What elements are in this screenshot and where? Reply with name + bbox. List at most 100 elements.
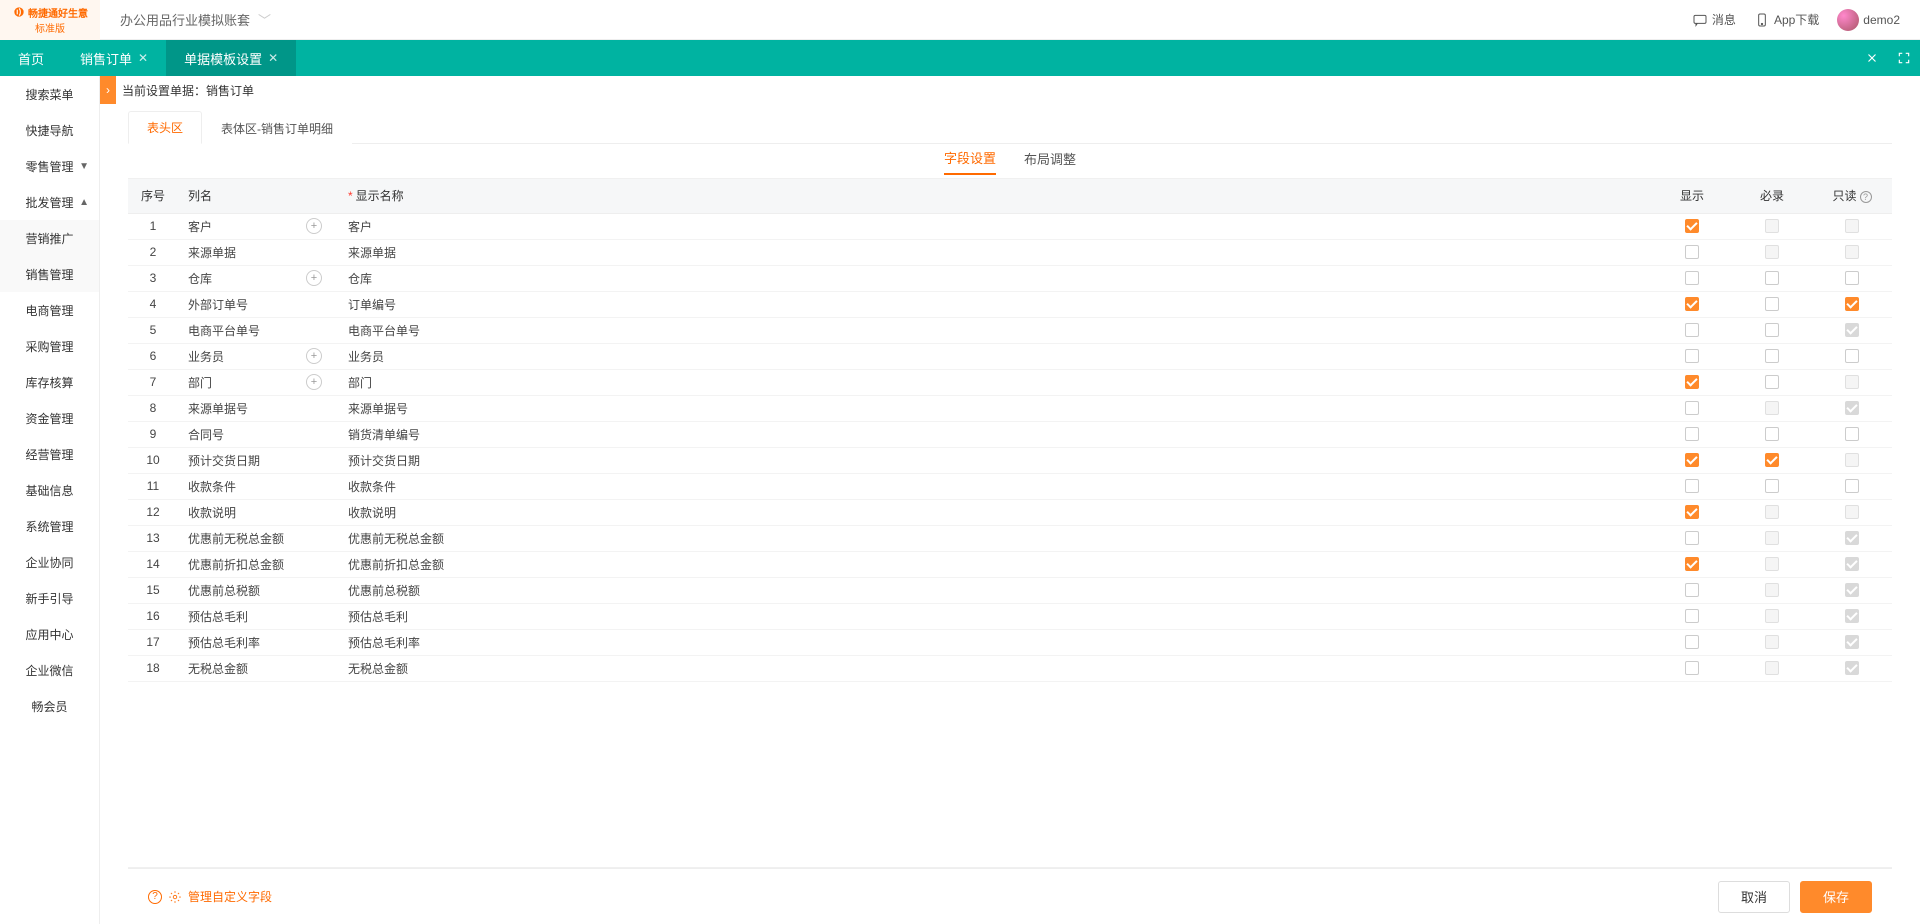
sidebar-item-企业微信[interactable]: 企业微信	[0, 652, 99, 688]
sidebar-item-采购管理[interactable]: 采购管理	[0, 328, 99, 364]
sidebar-item-企业协同[interactable]: 企业协同	[0, 544, 99, 580]
sidebar-item-快捷导航[interactable]: 快捷导航	[0, 112, 99, 148]
checkbox[interactable]	[1845, 349, 1859, 363]
sidebar-item-资金管理[interactable]: 资金管理	[0, 400, 99, 436]
cell-display-name[interactable]: 优惠前无税总金额	[338, 525, 1652, 551]
cell-display-name[interactable]: 预计交货日期	[338, 447, 1652, 473]
checkbox[interactable]	[1765, 271, 1779, 285]
checkbox[interactable]	[1765, 375, 1779, 389]
expand-icon[interactable]: +	[306, 348, 322, 364]
checkbox[interactable]	[1765, 297, 1779, 311]
sidebar-item-零售管理[interactable]: 零售管理▼	[0, 148, 99, 184]
checkbox[interactable]	[1685, 401, 1699, 415]
checkbox[interactable]	[1685, 297, 1699, 311]
section-tabs: 表头区表体区-销售订单明细	[128, 110, 1892, 144]
sidebar-item-新手引导[interactable]: 新手引导	[0, 580, 99, 616]
close-all-tabs-button[interactable]	[1856, 40, 1888, 76]
close-icon[interactable]: ✕	[138, 51, 148, 65]
checkbox[interactable]	[1765, 427, 1779, 441]
sidebar-item-库存核算[interactable]: 库存核算	[0, 364, 99, 400]
tab-首页[interactable]: 首页	[0, 40, 62, 76]
cell-display-name[interactable]: 收款条件	[338, 473, 1652, 499]
messages-button[interactable]: 消息	[1692, 11, 1736, 28]
cell-display-name[interactable]: 电商平台单号	[338, 317, 1652, 343]
sidebar-item-电商管理[interactable]: 电商管理	[0, 292, 99, 328]
checkbox[interactable]	[1685, 661, 1699, 675]
checkbox[interactable]	[1685, 505, 1699, 519]
checkbox[interactable]	[1845, 427, 1859, 441]
cell-display-name[interactable]: 收款说明	[338, 499, 1652, 525]
th-show: 显示	[1652, 179, 1732, 213]
cell-display-name[interactable]: 仓库	[338, 265, 1652, 291]
field-table-scroll[interactable]: 序号 列名 *显示名称 显示 必录 只读? 1客户+客户2来源单据来源单据3仓库…	[128, 178, 1892, 868]
sidebar-item-经营管理[interactable]: 经营管理	[0, 436, 99, 472]
checkbox[interactable]	[1845, 479, 1859, 493]
cell-display-name[interactable]: 业务员	[338, 343, 1652, 369]
cell-show	[1652, 291, 1732, 317]
expand-icon[interactable]: +	[306, 218, 322, 234]
checkbox[interactable]	[1685, 349, 1699, 363]
expand-icon[interactable]: +	[306, 270, 322, 286]
cell-show	[1652, 603, 1732, 629]
cell-index: 8	[128, 395, 178, 421]
sidebar-item-基础信息[interactable]: 基础信息	[0, 472, 99, 508]
checkbox[interactable]	[1685, 557, 1699, 571]
expand-icon[interactable]: +	[306, 374, 322, 390]
ledger-selector[interactable]: 办公用品行业模拟账套 ﹀	[120, 10, 271, 29]
help-icon[interactable]: ?	[1860, 191, 1872, 203]
manage-custom-fields-link[interactable]: ? 管理自定义字段	[148, 888, 272, 905]
checkbox[interactable]	[1765, 453, 1779, 467]
save-button[interactable]: 保存	[1800, 881, 1872, 913]
checkbox[interactable]	[1845, 297, 1859, 311]
checkbox[interactable]	[1765, 323, 1779, 337]
page-tabstrip: 首页销售订单✕单据模板设置✕	[0, 40, 1920, 76]
sidebar-item-系统管理[interactable]: 系统管理	[0, 508, 99, 544]
tab-销售订单[interactable]: 销售订单✕	[62, 40, 166, 76]
checkbox[interactable]	[1685, 245, 1699, 259]
cell-display-name[interactable]: 预估总毛利	[338, 603, 1652, 629]
checkbox[interactable]	[1685, 479, 1699, 493]
app-download-button[interactable]: App下载	[1754, 11, 1819, 28]
section-tab-表头区[interactable]: 表头区	[128, 111, 202, 144]
sidebar-item-批发管理[interactable]: 批发管理▲	[0, 184, 99, 220]
checkbox[interactable]	[1845, 271, 1859, 285]
checkbox[interactable]	[1685, 453, 1699, 467]
cell-display-name[interactable]: 优惠前总税额	[338, 577, 1652, 603]
checkbox[interactable]	[1685, 609, 1699, 623]
subnav-字段设置[interactable]: 字段设置	[944, 148, 996, 175]
fullscreen-button[interactable]	[1888, 40, 1920, 76]
sidebar-subitem-营销推广[interactable]: 营销推广	[0, 220, 99, 256]
checkbox[interactable]	[1685, 219, 1699, 233]
checkbox[interactable]	[1685, 427, 1699, 441]
tab-单据模板设置[interactable]: 单据模板设置✕	[166, 40, 296, 76]
cell-display-name[interactable]: 预估总毛利率	[338, 629, 1652, 655]
cell-display-name[interactable]: 订单编号	[338, 291, 1652, 317]
checkbox[interactable]	[1685, 375, 1699, 389]
cell-display-name[interactable]: 优惠前折扣总金额	[338, 551, 1652, 577]
checkbox[interactable]	[1685, 583, 1699, 597]
user-menu[interactable]: demo2	[1837, 9, 1900, 31]
cell-display-name[interactable]: 部门	[338, 369, 1652, 395]
close-icon[interactable]: ✕	[268, 51, 278, 65]
cell-display-name[interactable]: 来源单据	[338, 239, 1652, 265]
checkbox[interactable]	[1685, 531, 1699, 545]
cell-index: 10	[128, 447, 178, 473]
sidebar-subitem-销售管理[interactable]: 销售管理	[0, 256, 99, 292]
checkbox[interactable]	[1685, 323, 1699, 337]
section-tab-表体区-销售订单明细[interactable]: 表体区-销售订单明细	[202, 111, 352, 144]
cancel-button[interactable]: 取消	[1718, 881, 1790, 913]
checkbox[interactable]	[1685, 271, 1699, 285]
cell-ro	[1812, 525, 1892, 551]
subnav-布局调整[interactable]: 布局调整	[1024, 149, 1076, 174]
checkbox[interactable]	[1765, 349, 1779, 363]
sidebar-item-畅会员[interactable]: 畅会员	[0, 688, 99, 724]
cell-display-name[interactable]: 销货清单编号	[338, 421, 1652, 447]
checkbox[interactable]	[1765, 479, 1779, 493]
sidebar-item-应用中心[interactable]: 应用中心	[0, 616, 99, 652]
cell-display-name[interactable]: 来源单据号	[338, 395, 1652, 421]
collapse-handle[interactable]: ›	[100, 76, 116, 104]
checkbox[interactable]	[1685, 635, 1699, 649]
cell-display-name[interactable]: 无税总金额	[338, 655, 1652, 681]
sidebar-item-搜索菜单[interactable]: 搜索菜单	[0, 76, 99, 112]
cell-display-name[interactable]: 客户	[338, 213, 1652, 239]
